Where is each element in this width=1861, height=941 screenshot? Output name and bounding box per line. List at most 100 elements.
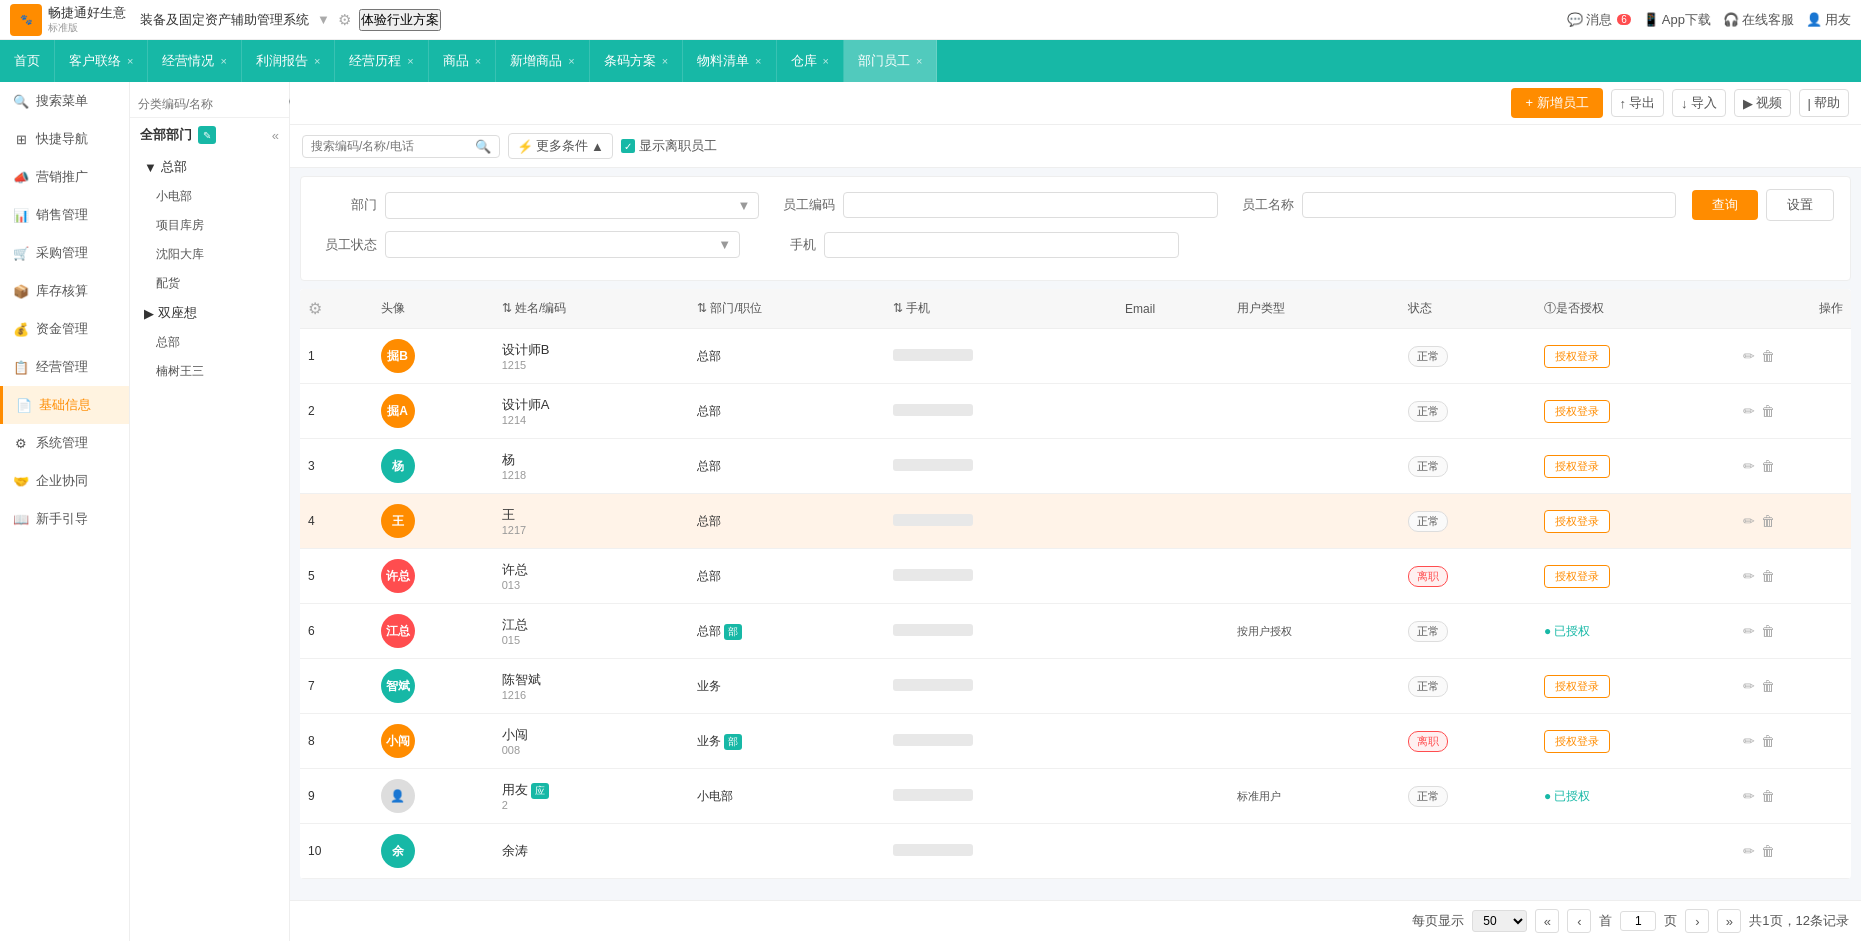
message-button[interactable]: 💬 消息 6 bbox=[1567, 11, 1631, 29]
nav-tab[interactable]: 仓库× bbox=[777, 40, 844, 82]
sidebar-item-库存核算[interactable]: 📦库存核算 bbox=[0, 272, 129, 310]
system-dropdown-icon[interactable]: ▼ bbox=[317, 12, 330, 27]
tab-close-icon[interactable]: × bbox=[220, 55, 226, 67]
dept-item-child[interactable]: 配货 bbox=[136, 269, 283, 298]
collapse-button[interactable]: « bbox=[272, 128, 279, 143]
set-button[interactable]: 设置 bbox=[1766, 189, 1834, 221]
edit-icon[interactable]: ✏ bbox=[1743, 403, 1755, 419]
phone-input[interactable] bbox=[824, 232, 1179, 258]
edit-icon[interactable]: ✏ bbox=[1743, 513, 1755, 529]
nav-tab[interactable]: 利润报告× bbox=[242, 40, 335, 82]
gear-icon[interactable]: ⚙ bbox=[338, 11, 351, 29]
edit-icon[interactable]: ✏ bbox=[1743, 568, 1755, 584]
nav-tab[interactable]: 新增商品× bbox=[496, 40, 589, 82]
export-button[interactable]: ↑ 导出 bbox=[1611, 89, 1665, 117]
page-number-input[interactable] bbox=[1620, 911, 1656, 931]
last-page-button[interactable]: » bbox=[1717, 909, 1741, 933]
delete-icon[interactable]: 🗑 bbox=[1761, 843, 1775, 859]
sidebar-item-新手引导[interactable]: 📖新手引导 bbox=[0, 500, 129, 538]
emp-name-input[interactable] bbox=[1302, 192, 1676, 218]
prev-page-button[interactable]: ‹ bbox=[1567, 909, 1591, 933]
tab-close-icon[interactable]: × bbox=[755, 55, 761, 67]
add-employee-button[interactable]: + 新增员工 bbox=[1511, 88, 1602, 118]
auth-button[interactable]: 授权登录 bbox=[1544, 345, 1610, 368]
edit-icon[interactable]: ✏ bbox=[1743, 348, 1755, 364]
dept-item-child[interactable]: 沈阳大库 bbox=[136, 240, 283, 269]
dept-item-child[interactable]: 楠树王三 bbox=[136, 357, 283, 386]
col-phone[interactable]: ⇅ 手机 bbox=[885, 289, 1118, 329]
page-size-select[interactable]: 50 100 bbox=[1472, 910, 1527, 932]
edit-icon[interactable]: ✏ bbox=[1743, 458, 1755, 474]
auth-button[interactable]: 授权登录 bbox=[1544, 400, 1610, 423]
sidebar-item-资金管理[interactable]: 💰资金管理 bbox=[0, 310, 129, 348]
nav-tab[interactable]: 首页 bbox=[0, 40, 55, 82]
dept-select[interactable]: ▼ bbox=[385, 192, 759, 219]
search-input[interactable] bbox=[311, 139, 471, 153]
delete-icon[interactable]: 🗑 bbox=[1761, 788, 1775, 804]
query-button[interactable]: 查询 bbox=[1692, 190, 1758, 220]
sidebar-item-采购管理[interactable]: 🛒采购管理 bbox=[0, 234, 129, 272]
delete-icon[interactable]: 🗑 bbox=[1761, 403, 1775, 419]
online-service-button[interactable]: 🎧 在线客服 bbox=[1723, 11, 1794, 29]
delete-icon[interactable]: 🗑 bbox=[1761, 513, 1775, 529]
dept-search-input[interactable] bbox=[138, 97, 288, 111]
auth-button[interactable]: 授权登录 bbox=[1544, 730, 1610, 753]
delete-icon[interactable]: 🗑 bbox=[1761, 623, 1775, 639]
next-page-button[interactable]: › bbox=[1685, 909, 1709, 933]
nav-tab[interactable]: 条码方案× bbox=[590, 40, 683, 82]
delete-icon[interactable]: 🗑 bbox=[1761, 733, 1775, 749]
nav-tab[interactable]: 商品× bbox=[429, 40, 496, 82]
auth-button[interactable]: 授权登录 bbox=[1544, 455, 1610, 478]
sidebar-item-营销推广[interactable]: 📣营销推广 bbox=[0, 158, 129, 196]
show-resigned-toggle[interactable]: ✓ 显示离职员工 bbox=[621, 137, 717, 155]
col-name[interactable]: ⇅ 姓名/编码 bbox=[494, 289, 689, 329]
user-menu-button[interactable]: 👤 用友 bbox=[1806, 11, 1851, 29]
view-button[interactable]: ▶ 视频 bbox=[1734, 89, 1791, 117]
help-button[interactable]: | 帮助 bbox=[1799, 89, 1849, 117]
tab-close-icon[interactable]: × bbox=[662, 55, 668, 67]
delete-icon[interactable]: 🗑 bbox=[1761, 458, 1775, 474]
dept-edit-icon[interactable]: ✎ bbox=[198, 126, 216, 144]
tab-close-icon[interactable]: × bbox=[916, 55, 922, 67]
import-button[interactable]: ↓ 导入 bbox=[1672, 89, 1726, 117]
edit-icon[interactable]: ✏ bbox=[1743, 678, 1755, 694]
delete-icon[interactable]: 🗑 bbox=[1761, 568, 1775, 584]
auth-button[interactable]: 授权登录 bbox=[1544, 675, 1610, 698]
dept-item-parent[interactable]: ▼ 总部 bbox=[136, 152, 283, 182]
dept-item-child[interactable]: 项目库房 bbox=[136, 211, 283, 240]
tab-close-icon[interactable]: × bbox=[568, 55, 574, 67]
auth-button[interactable]: 授权登录 bbox=[1544, 510, 1610, 533]
dept-item-child[interactable]: 小电部 bbox=[136, 182, 283, 211]
tab-close-icon[interactable]: × bbox=[127, 55, 133, 67]
more-conditions-button[interactable]: ⚡ 更多条件 ▲ bbox=[508, 133, 613, 159]
tab-close-icon[interactable]: × bbox=[823, 55, 829, 67]
emp-status-select[interactable]: ▼ bbox=[385, 231, 740, 258]
trial-button[interactable]: 体验行业方案 bbox=[359, 9, 441, 31]
sidebar-item-基础信息[interactable]: 📄基础信息 bbox=[0, 386, 129, 424]
nav-tab[interactable]: 物料清单× bbox=[683, 40, 776, 82]
app-download-button[interactable]: 📱 App下载 bbox=[1643, 11, 1711, 29]
edit-icon[interactable]: ✏ bbox=[1743, 623, 1755, 639]
dept-item-child[interactable]: 总部 bbox=[136, 328, 283, 357]
auth-button[interactable]: 授权登录 bbox=[1544, 565, 1610, 588]
sidebar-item-搜索菜单[interactable]: 🔍搜索菜单 bbox=[0, 82, 129, 120]
col-dept[interactable]: ⇅ 部门/职位 bbox=[689, 289, 884, 329]
edit-icon[interactable]: ✏ bbox=[1743, 843, 1755, 859]
sidebar-item-快捷导航[interactable]: ⊞快捷导航 bbox=[0, 120, 129, 158]
nav-tab[interactable]: 客户联络× bbox=[55, 40, 148, 82]
nav-tab[interactable]: 部门员工× bbox=[844, 40, 937, 82]
emp-code-input[interactable] bbox=[843, 192, 1217, 218]
delete-icon[interactable]: 🗑 bbox=[1761, 678, 1775, 694]
first-page-button[interactable]: « bbox=[1535, 909, 1559, 933]
nav-tab[interactable]: 经营情况× bbox=[148, 40, 241, 82]
sidebar-item-销售管理[interactable]: 📊销售管理 bbox=[0, 196, 129, 234]
edit-icon[interactable]: ✏ bbox=[1743, 788, 1755, 804]
tab-close-icon[interactable]: × bbox=[407, 55, 413, 67]
delete-icon[interactable]: 🗑 bbox=[1761, 348, 1775, 364]
sidebar-item-企业协同[interactable]: 🤝企业协同 bbox=[0, 462, 129, 500]
all-dept-label[interactable]: 全部部门 bbox=[140, 126, 192, 144]
dept-item-parent2[interactable]: ▶ 双座想 bbox=[136, 298, 283, 328]
tab-close-icon[interactable]: × bbox=[314, 55, 320, 67]
edit-icon[interactable]: ✏ bbox=[1743, 733, 1755, 749]
sidebar-item-系统管理[interactable]: ⚙系统管理 bbox=[0, 424, 129, 462]
